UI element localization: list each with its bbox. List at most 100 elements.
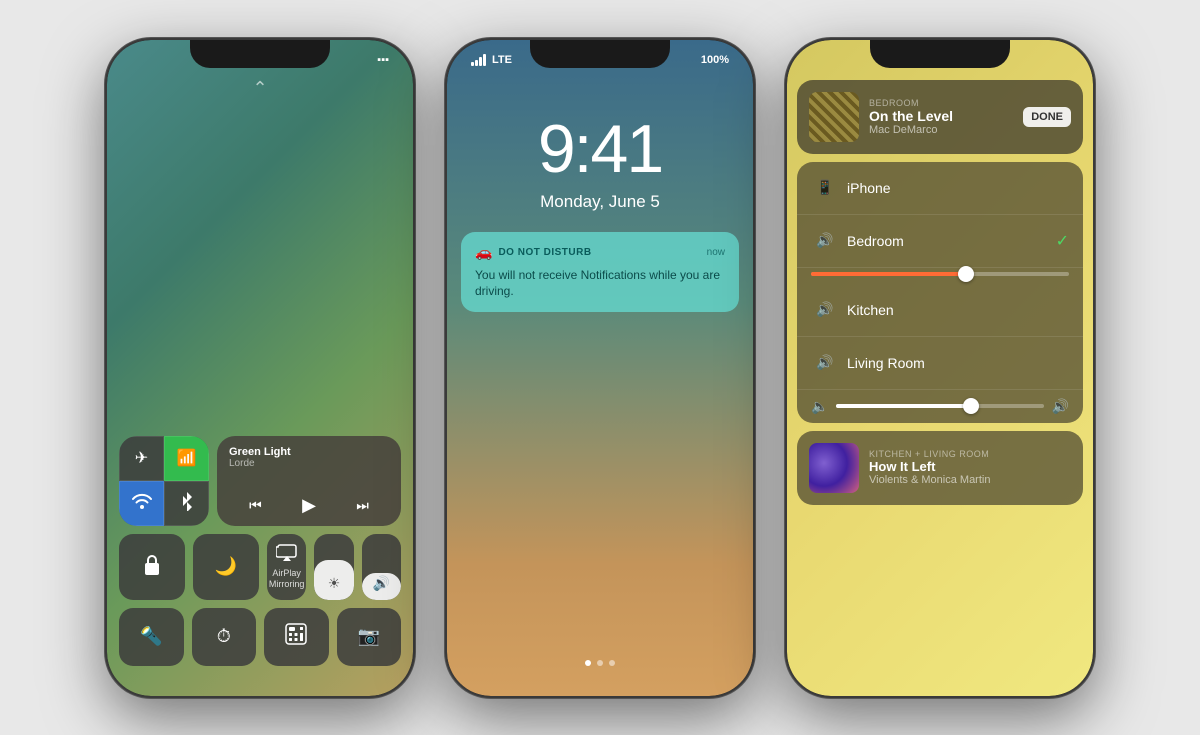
signal-icon: 📶 [177,448,197,468]
living-room-device-icon: 🔊 [811,349,839,377]
screen-1: ▪▪▪ ⌃ ✈ 📶 [107,40,413,696]
dot-1 [585,660,591,666]
signal-bar-3 [479,57,482,66]
bedroom-vol-thumb [958,266,974,282]
np-album-art [809,92,859,142]
device-bedroom-label: Bedroom [847,233,1056,249]
device-living-room[interactable]: 🔊 Living Room [797,337,1083,390]
music-song-title: Green Light [229,446,389,458]
cc-dnd-btn[interactable]: 🌙 [193,534,259,600]
cc-music-tile: Green Light Lorde ⏮ ▶ ⏭ [217,436,401,526]
dot-3 [609,660,615,666]
iphone-device-icon: 📱 [811,174,839,202]
cc-lock-btn[interactable] [119,534,185,600]
cc-volume-slider[interactable]: 🔊 [362,534,401,600]
device-bedroom[interactable]: 🔊 Bedroom ✓ [797,215,1083,268]
now-playing-card: BEDROOM On the Level Mac DeMarco DONE [797,80,1083,154]
master-vol-thumb [963,398,979,414]
master-vol-slider[interactable] [836,404,1043,408]
phone-lock-screen: LTE 100% 9:41 Monday, June 5 🚗 DO NOT DI… [445,38,755,698]
master-volume-row: 🔈 🔊 [797,390,1083,423]
calc-icon [285,623,307,650]
master-vol-fill [836,404,971,408]
wifi-btn[interactable] [119,481,164,526]
next-btn[interactable]: ⏭ [356,497,369,514]
airplane-btn[interactable]: ✈ [119,436,164,481]
cc-camera-btn[interactable]: 📷 [337,608,402,666]
screen-2: LTE 100% 9:41 Monday, June 5 🚗 DO NOT DI… [447,40,753,696]
device-kitchen-label: Kitchen [847,302,1051,318]
dot-2 [597,660,603,666]
second-room: KITCHEN + LIVING ROOM [869,449,1071,459]
lock-time: 9:41 [447,110,753,188]
cc-top-row: ✈ 📶 [119,436,401,526]
bedroom-volume-row [797,268,1083,284]
bedroom-device-icon: 🔊 [811,227,839,255]
signal-bar-4 [483,54,486,66]
lock-icon [142,553,162,580]
bedroom-vol-bar[interactable] [811,272,1069,276]
phone-airplay: BEDROOM On the Level Mac DeMarco DONE 📱 … [785,38,1095,698]
timer-icon: ⏱ [217,626,231,647]
bedroom-vol-fill [811,272,966,276]
swipe-indicator: ⌃ [107,70,413,99]
cc-airplay-btn[interactable]: AirPlayMirroring [267,534,306,600]
cc-flashlight-btn[interactable]: 🔦 [119,608,184,666]
second-artist: Violents & Monica Martin [869,474,1071,486]
camera-icon: 📷 [358,626,380,647]
second-album-art [809,443,859,493]
prev-btn[interactable]: ⏮ [249,497,262,514]
bluetooth-icon [180,491,194,516]
cc-brightness-slider[interactable]: ☀ [314,534,353,600]
lock-screen-dots [585,660,615,666]
dnd-title: DO NOT DISTURB [498,247,591,258]
control-center-panel: ✈ 📶 [119,436,401,666]
phone-control-center: ▪▪▪ ⌃ ✈ 📶 [105,38,415,698]
dnd-car-icon: 🚗 [475,244,492,261]
dnd-notification: 🚗 DO NOT DISTURB now You will not receiv… [461,232,739,313]
cc-calc-btn[interactable] [264,608,329,666]
kitchen-device-icon: 🔊 [811,296,839,324]
airplay-label: AirPlayMirroring [269,568,305,590]
carrier-label: LTE [492,54,512,66]
device-iphone-label: iPhone [847,180,1051,196]
second-track-card: KITCHEN + LIVING ROOM How It Left Violen… [797,431,1083,505]
lock-signal: LTE [471,54,512,66]
notch-1 [190,40,330,68]
music-artist-name: Lorde [229,458,389,469]
done-button[interactable]: DONE [1023,107,1071,127]
dnd-title-row: 🚗 DO NOT DISTURB [475,244,592,261]
flashlight-icon: 🔦 [140,626,162,647]
notch-3 [870,40,1010,68]
signal-btn[interactable]: 📶 [164,436,209,481]
device-kitchen[interactable]: 🔊 Kitchen [797,284,1083,337]
np-title: On the Level [869,108,1013,124]
signal-bar-2 [475,60,478,66]
vol-min-icon: 🔈 [811,398,828,415]
lock-date: Monday, June 5 [447,192,753,212]
np-artist: Mac DeMarco [869,124,1013,136]
screen-3: BEDROOM On the Level Mac DeMarco DONE 📱 … [787,40,1093,696]
airplay-panel: BEDROOM On the Level Mac DeMarco DONE 📱 … [797,80,1083,686]
status-right: ▪▪▪ [377,54,389,66]
music-controls: ⏮ ▶ ⏭ [229,495,389,516]
signal-bar-1 [471,62,474,66]
cc-bottom-row: 🔦 ⏱ [119,608,401,666]
airplay-devices-list: 📱 iPhone 🔊 Bedroom ✓ [797,162,1083,423]
second-info: KITCHEN + LIVING ROOM How It Left Violen… [869,449,1071,486]
vol-max-icon: 🔊 [1052,398,1069,415]
brightness-icon: ☀ [328,575,341,592]
second-title: How It Left [869,459,1071,474]
battery-level: 100% [701,54,729,66]
play-btn[interactable]: ▶ [302,495,316,516]
music-title-row: Green Light Lorde [229,446,389,469]
airplay-icon [276,543,298,566]
device-living-room-label: Living Room [847,355,1051,371]
cc-timer-btn[interactable]: ⏱ [192,608,257,666]
device-iphone[interactable]: 📱 iPhone [797,162,1083,215]
dnd-time: now [707,247,725,258]
bluetooth-btn[interactable] [164,481,209,526]
np-info: BEDROOM On the Level Mac DeMarco [869,98,1013,136]
wifi-icon [132,493,152,514]
np-room: BEDROOM [869,98,1013,108]
